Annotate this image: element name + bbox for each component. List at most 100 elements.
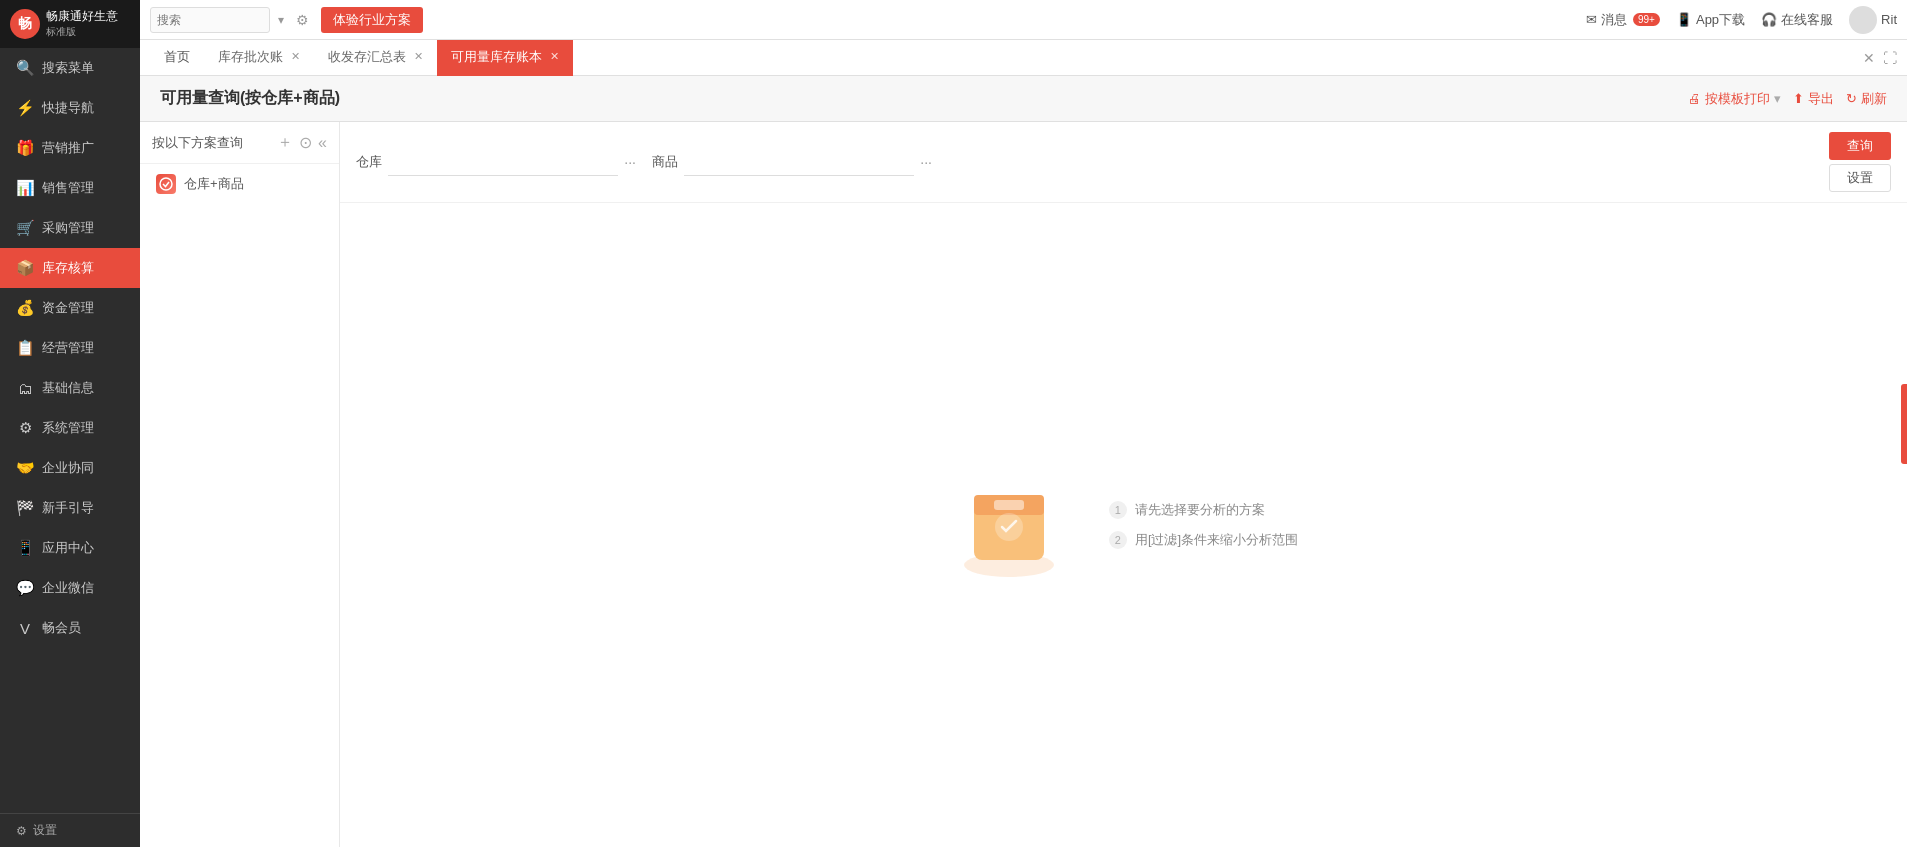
sidebar-item-marketing[interactable]: 🎁 营销推广 <box>0 128 140 168</box>
trial-button[interactable]: 体验行业方案 <box>321 7 423 33</box>
tab-close-window-icon[interactable]: ✕ <box>1863 50 1875 66</box>
settings-button[interactable]: 设置 <box>1829 164 1891 192</box>
settings-icon: ⚙ <box>16 824 27 838</box>
sidebar-item-member[interactable]: V 畅会员 <box>0 608 140 648</box>
tab-available-inventory[interactable]: 可用量库存账本 ✕ <box>437 40 573 76</box>
warehouse-input[interactable] <box>388 148 618 176</box>
message-icon: ✉ <box>1586 12 1597 27</box>
sidebar-item-inventory[interactable]: 📦 库存核算 <box>0 248 140 288</box>
sidebar-item-label: 库存核算 <box>42 259 94 277</box>
message-label: 消息 <box>1601 11 1627 29</box>
topbar-gear-icon[interactable]: ⚙ <box>292 8 313 32</box>
tab-bar: 首页 库存批次账 ✕ 收发存汇总表 ✕ 可用量库存账本 ✕ ✕ ⛶ <box>140 40 1907 76</box>
sidebar-item-label: 资金管理 <box>42 299 94 317</box>
sidebar-item-label: 应用中心 <box>42 539 94 557</box>
app-subtitle: 标准版 <box>46 25 118 39</box>
tab-summary[interactable]: 收发存汇总表 ✕ <box>314 40 437 76</box>
sidebar-item-operation[interactable]: 📋 经营管理 <box>0 328 140 368</box>
warehouse-label: 仓库 <box>356 153 382 171</box>
sidebar-item-label: 基础信息 <box>42 379 94 397</box>
handshake-icon: 🤝 <box>16 459 34 477</box>
add-filter-icon[interactable]: ＋ <box>277 132 293 153</box>
print-action[interactable]: 🖨 按模板打印 ▾ <box>1688 90 1781 108</box>
dropdown-chevron-icon[interactable]: ▾ <box>278 13 284 27</box>
tab-close-icon[interactable]: ✕ <box>550 50 559 63</box>
svg-rect-4 <box>994 500 1024 510</box>
sidebar-item-base[interactable]: 🗂 基础信息 <box>0 368 140 408</box>
filter-item-label: 仓库+商品 <box>184 175 244 193</box>
settings-label: 设置 <box>33 822 57 839</box>
sidebar-item-finance[interactable]: 💰 资金管理 <box>0 288 140 328</box>
content-area: 按以下方案查询 ＋ ⊙ « 仓库+商品 <box>140 122 1907 847</box>
topbar: ▾ ⚙ 体验行业方案 ✉ 消息 99+ 📱 App下载 🎧 在线客服 Rit <box>140 0 1907 40</box>
hint-text-2: 用[过滤]条件来缩小分析范围 <box>1135 531 1298 549</box>
search-icon: 🔍 <box>16 59 34 77</box>
tab-close-icon[interactable]: ✕ <box>414 50 423 63</box>
app-download-button[interactable]: 📱 App下载 <box>1676 11 1745 29</box>
filter-header-icons: ＋ ⊙ « <box>277 132 327 153</box>
sidebar-item-label: 营销推广 <box>42 139 94 157</box>
hint-num-2: 2 <box>1109 531 1127 549</box>
sidebar-settings[interactable]: ⚙ 设置 <box>0 813 140 847</box>
export-action[interactable]: ⬆ 导出 <box>1793 90 1834 108</box>
sidebar-item-sales[interactable]: 📊 销售管理 <box>0 168 140 208</box>
chart-icon: 📊 <box>16 179 34 197</box>
scroll-handle[interactable] <box>1901 384 1907 464</box>
tab-inventory-batch[interactable]: 库存批次账 ✕ <box>204 40 314 76</box>
tab-maximize-icon[interactable]: ⛶ <box>1883 50 1897 66</box>
app-name-block: 畅康通好生意 标准版 <box>46 9 118 39</box>
sidebar-item-system[interactable]: ⚙ 系统管理 <box>0 408 140 448</box>
filter-header: 按以下方案查询 ＋ ⊙ « <box>140 122 339 164</box>
query-button[interactable]: 查询 <box>1829 132 1891 160</box>
empty-box-svg <box>949 465 1069 585</box>
sidebar-item-purchase[interactable]: 🛒 采购管理 <box>0 208 140 248</box>
empty-illustration <box>949 465 1069 585</box>
topbar-search-input[interactable] <box>150 7 270 33</box>
main-area: ▾ ⚙ 体验行业方案 ✉ 消息 99+ 📱 App下载 🎧 在线客服 Rit <box>140 0 1907 847</box>
tab-inventory-batch-label: 库存批次账 <box>218 48 283 66</box>
print-icon: 🖨 <box>1688 91 1701 106</box>
tab-home[interactable]: 首页 <box>150 40 204 76</box>
app-logo: 畅 <box>10 9 40 39</box>
sidebar-item-search[interactable]: 🔍 搜索菜单 <box>0 48 140 88</box>
bolt-icon: ⚡ <box>16 99 34 117</box>
gift-icon: 🎁 <box>16 139 34 157</box>
hint-text-1: 请先选择要分析的方案 <box>1135 501 1265 519</box>
gear-icon: ⚙ <box>16 419 34 437</box>
sidebar-item-apps[interactable]: 📱 应用中心 <box>0 528 140 568</box>
folder-icon: 🗂 <box>16 380 34 397</box>
sidebar-item-enterprise[interactable]: 🤝 企业协同 <box>0 448 140 488</box>
filter-panel: 按以下方案查询 ＋ ⊙ « 仓库+商品 <box>140 122 340 847</box>
filter-collapse-icon[interactable]: « <box>318 134 327 152</box>
refresh-icon: ↻ <box>1846 91 1857 106</box>
filter-settings-icon[interactable]: ⊙ <box>299 133 312 152</box>
user-name: Rit <box>1881 12 1897 27</box>
online-service-label: 在线客服 <box>1781 11 1833 29</box>
empty-text: 1 请先选择要分析的方案 2 用[过滤]条件来缩小分析范围 <box>1109 501 1298 549</box>
chat-icon: 💬 <box>16 579 34 597</box>
product-input[interactable] <box>684 148 914 176</box>
product-more-icon[interactable]: ··· <box>920 154 932 170</box>
filter-item-warehouse-product[interactable]: 仓库+商品 <box>140 164 339 204</box>
sidebar-item-wechat[interactable]: 💬 企业微信 <box>0 568 140 608</box>
tab-close-icon[interactable]: ✕ <box>291 50 300 63</box>
app-download-label: App下载 <box>1696 11 1745 29</box>
product-field: 商品 ··· <box>652 148 932 176</box>
sidebar-item-label: 畅会员 <box>42 619 81 637</box>
online-service-button[interactable]: 🎧 在线客服 <box>1761 11 1833 29</box>
sidebar-item-shortcut[interactable]: ⚡ 快捷导航 <box>0 88 140 128</box>
message-badge: 99+ <box>1633 13 1660 26</box>
warehouse-field: 仓库 ··· <box>356 148 636 176</box>
print-dropdown-icon[interactable]: ▾ <box>1774 91 1781 106</box>
message-button[interactable]: ✉ 消息 99+ <box>1586 11 1660 29</box>
sidebar-item-label: 采购管理 <box>42 219 94 237</box>
export-icon: ⬆ <box>1793 91 1804 106</box>
query-bar: 仓库 ··· 商品 ··· 查询 设置 <box>340 122 1907 203</box>
sidebar-item-newbie[interactable]: 🏁 新手引导 <box>0 488 140 528</box>
user-avatar-area[interactable]: Rit <box>1849 6 1897 34</box>
topbar-right: ✉ 消息 99+ 📱 App下载 🎧 在线客服 Rit <box>1586 6 1897 34</box>
page-title: 可用量查询(按仓库+商品) <box>160 88 340 109</box>
refresh-action[interactable]: ↻ 刷新 <box>1846 90 1887 108</box>
flag-icon: 🏁 <box>16 499 34 517</box>
warehouse-more-icon[interactable]: ··· <box>624 154 636 170</box>
